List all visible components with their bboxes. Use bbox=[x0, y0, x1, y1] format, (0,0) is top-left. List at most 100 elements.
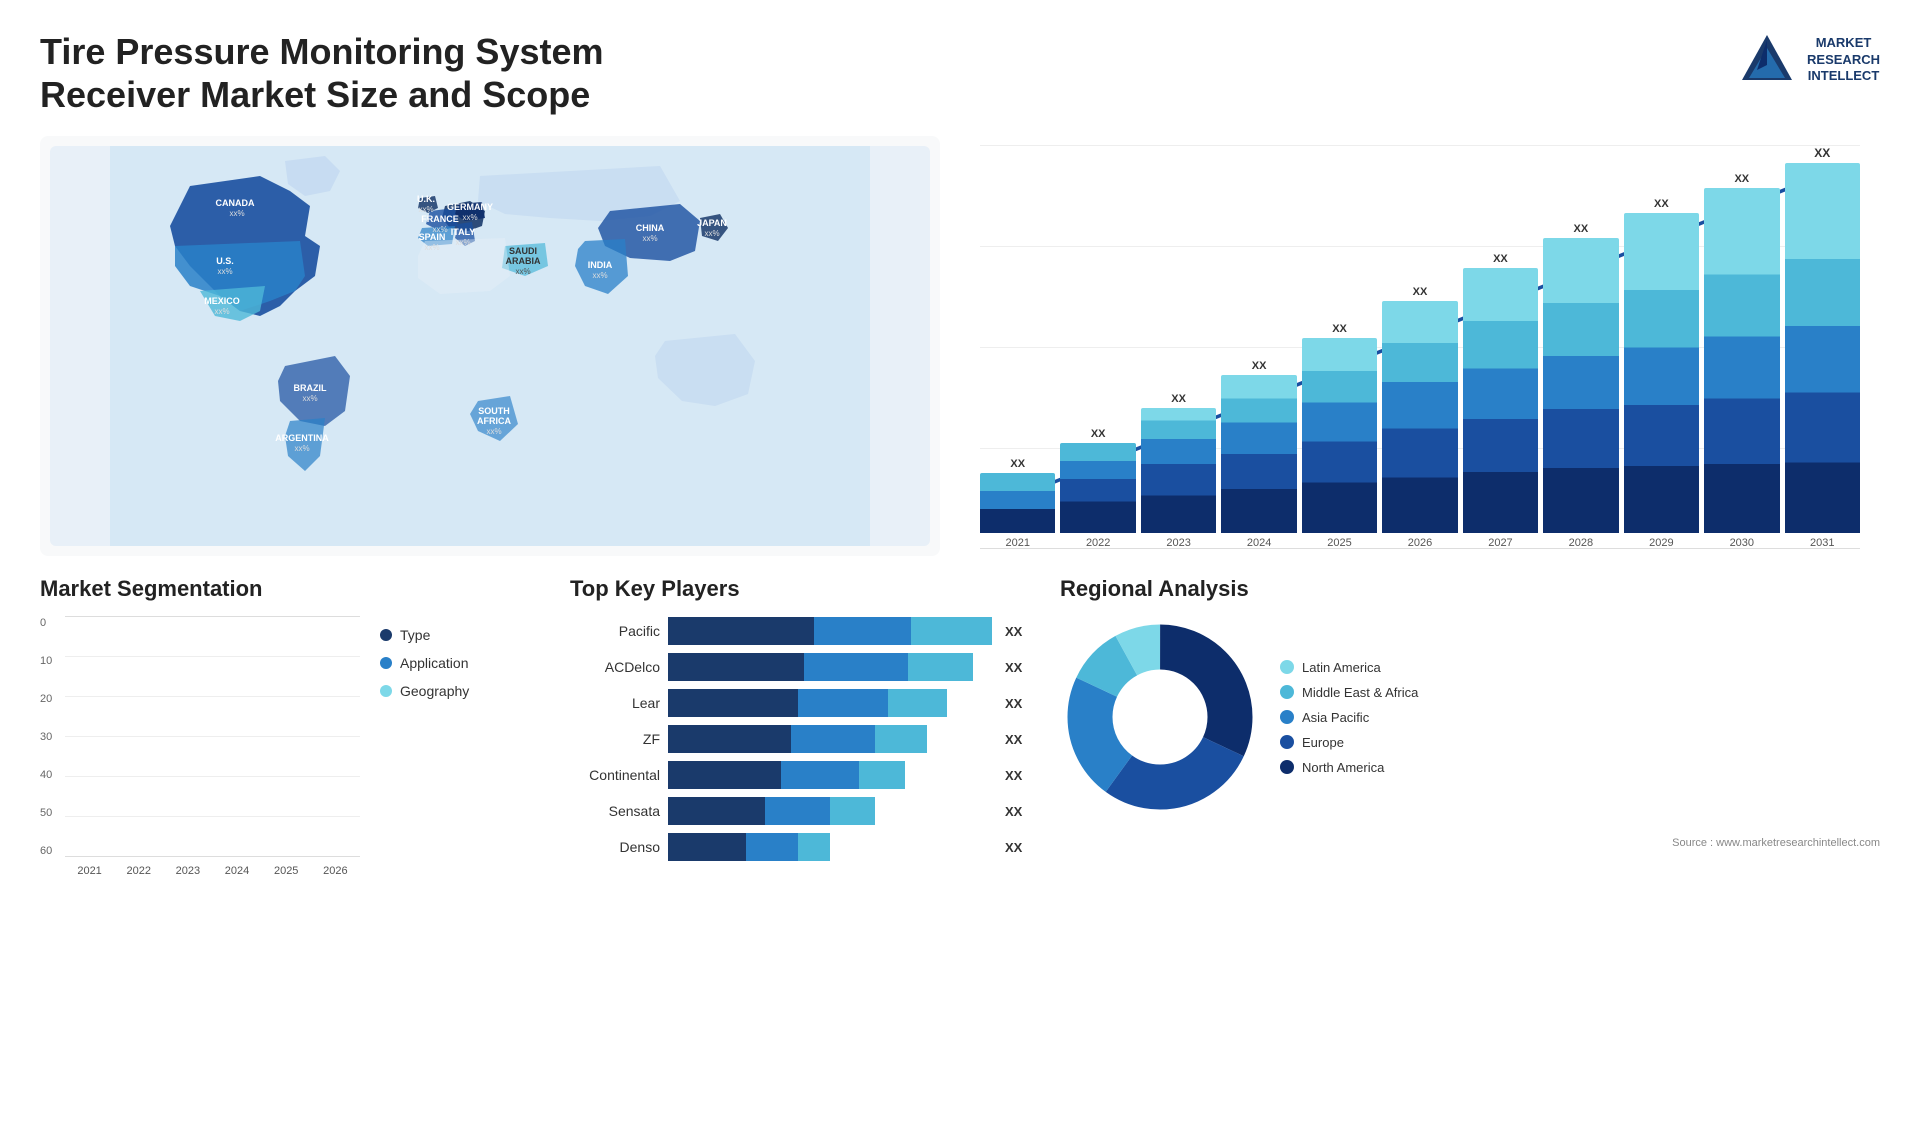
legend-type: Type bbox=[380, 627, 469, 643]
legend-label-europe: Europe bbox=[1302, 735, 1344, 750]
svg-text:xx%: xx% bbox=[642, 234, 657, 243]
regional-legend: Latin America Middle East & Africa Asia … bbox=[1280, 660, 1418, 775]
legend-label-type: Type bbox=[400, 627, 430, 643]
players-list: Pacific XX ACDelco XX Le bbox=[570, 617, 1030, 861]
bar-group-2022: XX 2022 bbox=[1060, 428, 1135, 549]
svg-text:xx%: xx% bbox=[515, 267, 530, 276]
donut-svg bbox=[1060, 617, 1260, 817]
player-value-lear: XX bbox=[1005, 696, 1030, 711]
legend-dot-latin bbox=[1280, 660, 1294, 674]
svg-text:xx%: xx% bbox=[294, 444, 309, 453]
legend-label-latin: Latin America bbox=[1302, 660, 1381, 675]
svg-text:ARABIA: ARABIA bbox=[506, 256, 541, 266]
svg-text:xx%: xx% bbox=[592, 271, 607, 280]
legend-dot-na bbox=[1280, 760, 1294, 774]
player-bar-acdelco bbox=[668, 653, 992, 681]
regional-content: Latin America Middle East & Africa Asia … bbox=[1060, 617, 1880, 817]
seg-bars-area bbox=[65, 617, 360, 857]
player-row-pacific: Pacific XX bbox=[570, 617, 1030, 645]
player-value-acdelco: XX bbox=[1005, 660, 1030, 675]
bar-group-2031: XX 2031 bbox=[1785, 146, 1860, 549]
player-value-denso: XX bbox=[1005, 840, 1030, 855]
world-map-section: CANADA xx% U.S. xx% MEXICO xx% BRAZIL xx… bbox=[40, 136, 940, 556]
player-name-pacific: Pacific bbox=[570, 623, 660, 639]
legend-dot-geography bbox=[380, 685, 392, 697]
legend-label-application: Application bbox=[400, 655, 469, 671]
player-value-zf: XX bbox=[1005, 732, 1030, 747]
svg-text:GERMANY: GERMANY bbox=[447, 202, 493, 212]
svg-text:xx%: xx% bbox=[486, 427, 501, 436]
source-text: Source : www.marketresearchintellect.com bbox=[1060, 837, 1880, 849]
legend-dot-apac bbox=[1280, 710, 1294, 724]
bar-group-2027: XX 2027 bbox=[1463, 253, 1538, 549]
bar-group-2028: XX 2028 bbox=[1543, 223, 1618, 549]
legend-dot-mea bbox=[1280, 685, 1294, 699]
legend-label-na: North America bbox=[1302, 760, 1384, 775]
svg-text:MEXICO: MEXICO bbox=[204, 296, 240, 306]
seg-y-axis: 60 50 40 30 20 10 0 bbox=[40, 617, 52, 877]
svg-text:INDIA: INDIA bbox=[588, 260, 613, 270]
player-name-acdelco: ACDelco bbox=[570, 659, 660, 675]
svg-text:xx%: xx% bbox=[302, 394, 317, 403]
logo-text: MARKET RESEARCH INTELLECT bbox=[1807, 35, 1880, 86]
player-bar-continental bbox=[668, 761, 992, 789]
svg-text:xx%: xx% bbox=[455, 238, 470, 247]
player-value-pacific: XX bbox=[1005, 624, 1030, 639]
regional-legend-na: North America bbox=[1280, 760, 1418, 775]
svg-text:xx%: xx% bbox=[214, 307, 229, 316]
legend-geography: Geography bbox=[380, 683, 469, 699]
player-name-zf: ZF bbox=[570, 731, 660, 747]
svg-text:CANADA: CANADA bbox=[216, 198, 255, 208]
player-bar-lear bbox=[668, 689, 992, 717]
seg-chart-area: 60 50 40 30 20 10 0 bbox=[40, 617, 540, 877]
svg-text:xx%: xx% bbox=[418, 205, 433, 214]
player-bar-zf bbox=[668, 725, 992, 753]
bar-group-2024: XX 2024 bbox=[1221, 360, 1296, 549]
player-row-continental: Continental XX bbox=[570, 761, 1030, 789]
player-name-lear: Lear bbox=[570, 695, 660, 711]
player-row-zf: ZF XX bbox=[570, 725, 1030, 753]
svg-text:SOUTH: SOUTH bbox=[478, 406, 510, 416]
regional-legend-latin: Latin America bbox=[1280, 660, 1418, 675]
page-title: Tire Pressure Monitoring System Receiver… bbox=[40, 30, 740, 116]
svg-text:BRAZIL: BRAZIL bbox=[294, 383, 327, 393]
logo-area: MARKET RESEARCH INTELLECT bbox=[1737, 30, 1880, 90]
player-name-sensata: Sensata bbox=[570, 803, 660, 819]
bar-group-2023: XX 2023 bbox=[1141, 393, 1216, 549]
player-value-continental: XX bbox=[1005, 768, 1030, 783]
player-row-sensata: Sensata XX bbox=[570, 797, 1030, 825]
regional-legend-europe: Europe bbox=[1280, 735, 1418, 750]
seg-x-labels: 2021 2022 2023 2024 2025 2026 bbox=[65, 865, 360, 877]
svg-text:SPAIN: SPAIN bbox=[419, 232, 446, 242]
logo-icon bbox=[1737, 30, 1797, 90]
svg-text:U.S.: U.S. bbox=[216, 256, 234, 266]
bar-group-2025: XX 2025 bbox=[1302, 323, 1377, 549]
legend-dot-type bbox=[380, 629, 392, 641]
bar-group-2026: XX 2026 bbox=[1382, 286, 1457, 549]
seg-legend: Type Application Geography bbox=[380, 617, 469, 699]
svg-text:ITALY: ITALY bbox=[451, 227, 476, 237]
segmentation-title: Market Segmentation bbox=[40, 576, 540, 602]
svg-text:xx%: xx% bbox=[462, 213, 477, 222]
svg-text:U.K.: U.K. bbox=[417, 194, 435, 204]
world-map-svg: CANADA xx% U.S. xx% MEXICO xx% BRAZIL xx… bbox=[50, 146, 930, 546]
bar-group-2021: XX 2021 bbox=[980, 458, 1055, 549]
player-bar-denso bbox=[668, 833, 992, 861]
player-bar-pacific bbox=[668, 617, 992, 645]
svg-text:xx%: xx% bbox=[704, 229, 719, 238]
bar-group-2030: XX 2030 bbox=[1704, 173, 1779, 549]
svg-text:xx%: xx% bbox=[217, 267, 232, 276]
legend-dot-europe bbox=[1280, 735, 1294, 749]
player-row-acdelco: ACDelco XX bbox=[570, 653, 1030, 681]
svg-text:CHINA: CHINA bbox=[636, 223, 665, 233]
svg-text:JAPAN: JAPAN bbox=[697, 218, 727, 228]
svg-text:AFRICA: AFRICA bbox=[477, 416, 511, 426]
donut-center bbox=[1113, 670, 1207, 764]
legend-dot-application bbox=[380, 657, 392, 669]
legend-application: Application bbox=[380, 655, 469, 671]
player-row-lear: Lear XX bbox=[570, 689, 1030, 717]
svg-text:SAUDI: SAUDI bbox=[509, 246, 537, 256]
svg-text:FRANCE: FRANCE bbox=[421, 214, 459, 224]
player-row-denso: Denso XX bbox=[570, 833, 1030, 861]
legend-label-geography: Geography bbox=[400, 683, 469, 699]
